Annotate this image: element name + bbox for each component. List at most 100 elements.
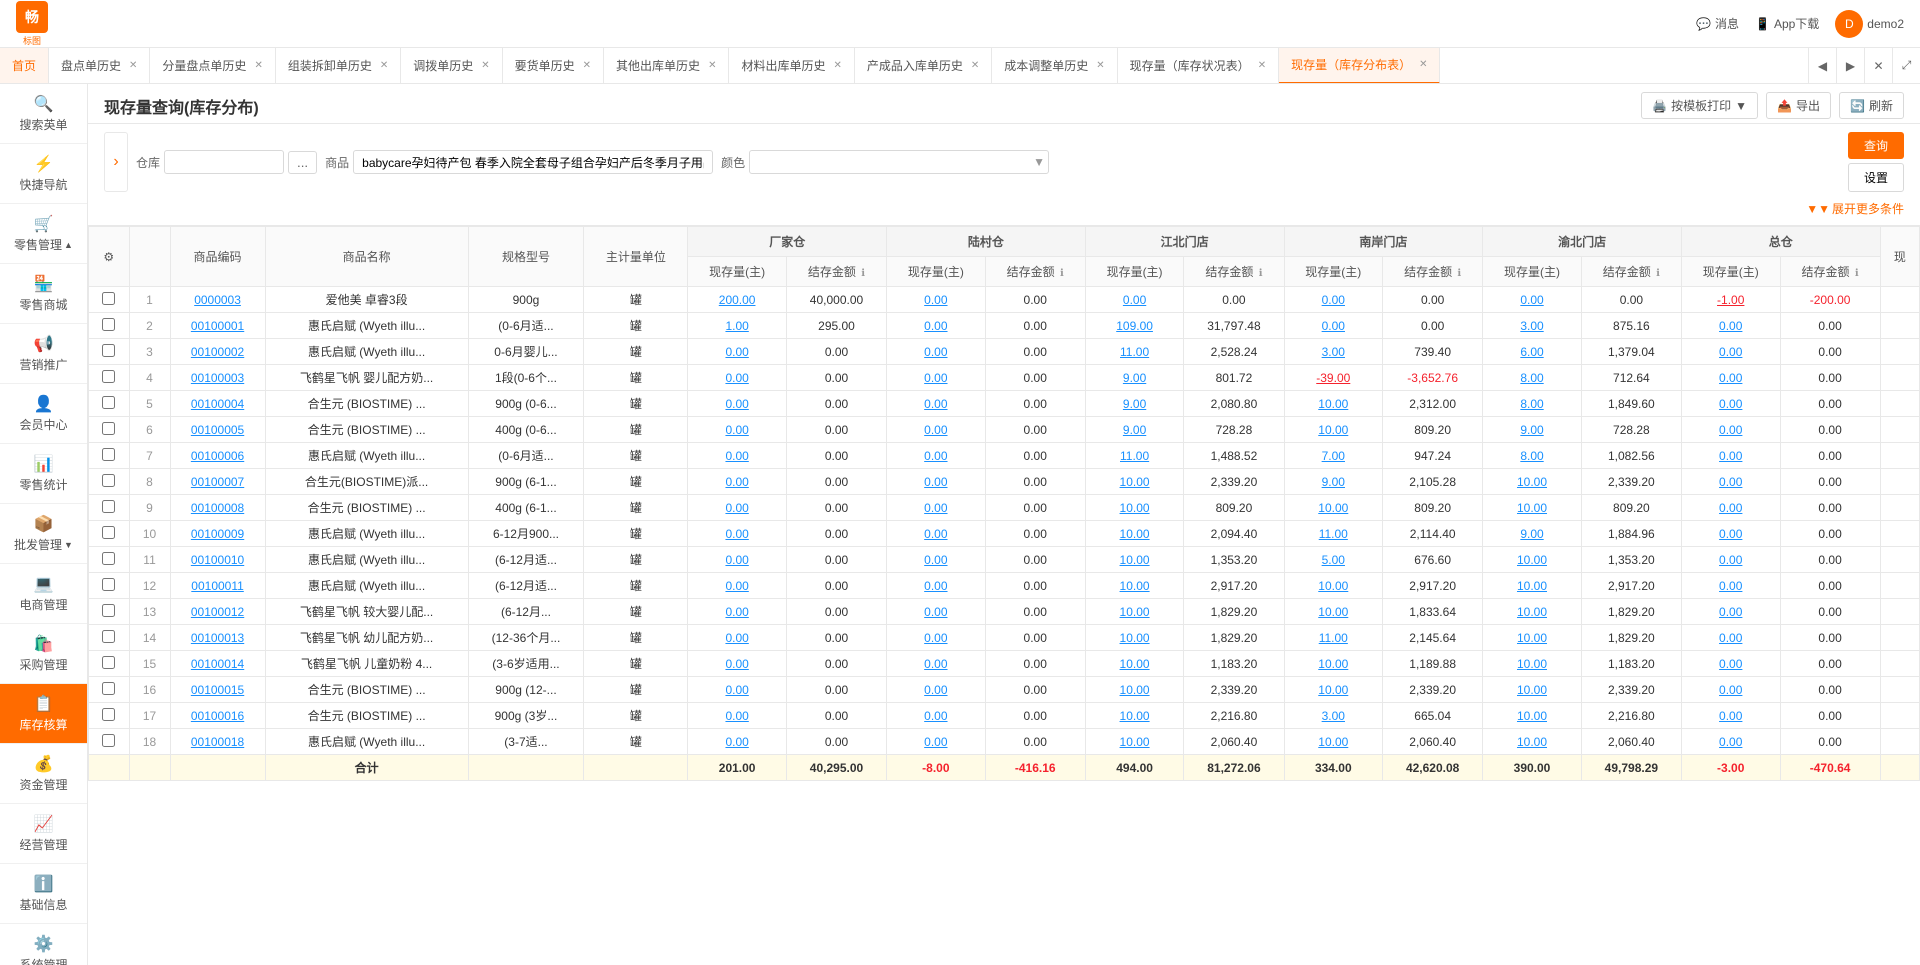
row-total-qty[interactable]: -1.00 bbox=[1681, 287, 1780, 313]
row-checkbox[interactable] bbox=[89, 469, 130, 495]
row-nanan-qty[interactable]: 7.00 bbox=[1284, 443, 1383, 469]
row-total-qty[interactable]: 0.00 bbox=[1681, 391, 1780, 417]
col-luchun-qty-header[interactable]: 现存量(主) bbox=[887, 257, 986, 287]
tab-stock-status[interactable]: 现存量（库存状况表） ✕ bbox=[1118, 48, 1279, 84]
sidebar-item-member[interactable]: 👤 会员中心 bbox=[0, 384, 87, 444]
row-jiangbei-qty[interactable]: 9.00 bbox=[1085, 365, 1184, 391]
row-jiangbei-qty[interactable]: 10.00 bbox=[1085, 573, 1184, 599]
row-yubei-qty[interactable]: 10.00 bbox=[1483, 573, 1582, 599]
row-luchun-qty[interactable]: 0.00 bbox=[887, 599, 986, 625]
message-btn[interactable]: 💬 消息 bbox=[1696, 15, 1739, 32]
row-code[interactable]: 0000003 bbox=[170, 287, 265, 313]
row-check[interactable] bbox=[102, 708, 115, 721]
sidebar-item-marketing[interactable]: 📢 营销推广 bbox=[0, 324, 87, 384]
row-jiangbei-qty[interactable]: 10.00 bbox=[1085, 599, 1184, 625]
tab-product-in[interactable]: 产成品入库单历史 ✕ bbox=[855, 48, 992, 84]
row-checkbox[interactable] bbox=[89, 703, 130, 729]
sidebar-item-shortcut[interactable]: ⚡ 快捷导航 bbox=[0, 144, 87, 204]
row-jiangbei-qty[interactable]: 11.00 bbox=[1085, 339, 1184, 365]
row-code[interactable]: 00100004 bbox=[170, 391, 265, 417]
refresh-btn[interactable]: 🔄 刷新 bbox=[1839, 92, 1904, 119]
sidebar-item-inventory[interactable]: 📋 库存核算 bbox=[0, 684, 87, 744]
col-settings-header[interactable]: ⚙ bbox=[89, 227, 130, 287]
nav-next-arrow[interactable]: ▶ bbox=[1836, 48, 1864, 84]
row-jiangbei-qty[interactable]: 10.00 bbox=[1085, 469, 1184, 495]
tab-assemble-close[interactable]: ✕ bbox=[380, 60, 388, 71]
row-code[interactable]: 00100018 bbox=[170, 729, 265, 755]
row-jiangbei-qty[interactable]: 10.00 bbox=[1085, 703, 1184, 729]
row-jiangbei-qty[interactable]: 10.00 bbox=[1085, 547, 1184, 573]
row-checkbox[interactable] bbox=[89, 729, 130, 755]
sidebar-item-purchase[interactable]: 🛍️ 采购管理 bbox=[0, 624, 87, 684]
col-unit-header[interactable]: 主计量单位 bbox=[584, 227, 688, 287]
row-factory-qty[interactable]: 1.00 bbox=[688, 313, 787, 339]
sidebar-item-retail-shop[interactable]: 🏪 零售商城 bbox=[0, 264, 87, 324]
logo-area[interactable]: 畅 标图 bbox=[16, 1, 48, 47]
row-checkbox[interactable] bbox=[89, 417, 130, 443]
row-checkbox[interactable] bbox=[89, 521, 130, 547]
row-nanan-qty[interactable]: 3.00 bbox=[1284, 339, 1383, 365]
row-jiangbei-qty[interactable]: 109.00 bbox=[1085, 313, 1184, 339]
row-code[interactable]: 00100015 bbox=[170, 677, 265, 703]
row-total-qty[interactable]: 0.00 bbox=[1681, 495, 1780, 521]
sidebar-item-retail-stats[interactable]: 📊 零售统计 bbox=[0, 444, 87, 504]
tab-cost-adjust[interactable]: 成本调整单历史 ✕ bbox=[992, 48, 1117, 84]
row-luchun-qty[interactable]: 0.00 bbox=[887, 651, 986, 677]
color-input[interactable] bbox=[749, 150, 1049, 174]
col-name-header[interactable]: 商品名称 bbox=[265, 227, 468, 287]
tab-transfer-close[interactable]: ✕ bbox=[481, 60, 489, 71]
tab-transfer[interactable]: 调拨单历史 ✕ bbox=[401, 48, 502, 84]
warehouse-ellipsis-btn[interactable]: ... bbox=[288, 151, 317, 174]
row-luchun-qty[interactable]: 0.00 bbox=[887, 391, 986, 417]
row-luchun-qty[interactable]: 0.00 bbox=[887, 625, 986, 651]
row-factory-qty[interactable]: 0.00 bbox=[688, 365, 787, 391]
row-code[interactable]: 00100012 bbox=[170, 599, 265, 625]
tab-stock-count-close[interactable]: ✕ bbox=[129, 60, 137, 71]
row-yubei-qty[interactable]: 10.00 bbox=[1483, 677, 1582, 703]
row-factory-qty[interactable]: 0.00 bbox=[688, 677, 787, 703]
row-nanan-qty[interactable]: 10.00 bbox=[1284, 391, 1383, 417]
row-nanan-qty[interactable]: 11.00 bbox=[1284, 521, 1383, 547]
app-download-btn[interactable]: 📱 App下载 bbox=[1755, 15, 1819, 32]
row-nanan-qty[interactable]: 9.00 bbox=[1284, 469, 1383, 495]
row-check[interactable] bbox=[102, 552, 115, 565]
row-check[interactable] bbox=[102, 396, 115, 409]
tab-assemble[interactable]: 组装拆卸单历史 ✕ bbox=[276, 48, 401, 84]
row-factory-qty[interactable]: 0.00 bbox=[688, 391, 787, 417]
row-nanan-qty[interactable]: 11.00 bbox=[1284, 625, 1383, 651]
row-luchun-qty[interactable]: 0.00 bbox=[887, 547, 986, 573]
warehouse-input[interactable] bbox=[164, 150, 284, 174]
col-yubei-amt-header[interactable]: 结存金额 ℹ bbox=[1581, 257, 1681, 287]
col-total-amt-header[interactable]: 结存金额 ℹ bbox=[1780, 257, 1880, 287]
row-check[interactable] bbox=[102, 292, 115, 305]
nav-close-all[interactable]: ✕ bbox=[1864, 48, 1892, 84]
row-check[interactable] bbox=[102, 474, 115, 487]
row-code[interactable]: 00100007 bbox=[170, 469, 265, 495]
col-luchun-amt-header[interactable]: 结存金额 ℹ bbox=[985, 257, 1085, 287]
expand-more-btn[interactable]: ▼▼ 展开更多条件 bbox=[1806, 200, 1904, 217]
col-nanan-qty-header[interactable]: 现存量(主) bbox=[1284, 257, 1383, 287]
row-checkbox[interactable] bbox=[89, 651, 130, 677]
row-nanan-qty[interactable]: 3.00 bbox=[1284, 703, 1383, 729]
row-luchun-qty[interactable]: 0.00 bbox=[887, 443, 986, 469]
row-yubei-qty[interactable]: 10.00 bbox=[1483, 703, 1582, 729]
tab-home[interactable]: 首页 bbox=[0, 48, 49, 84]
row-total-qty[interactable]: 0.00 bbox=[1681, 365, 1780, 391]
row-code[interactable]: 00100016 bbox=[170, 703, 265, 729]
row-code[interactable]: 00100005 bbox=[170, 417, 265, 443]
row-luchun-qty[interactable]: 0.00 bbox=[887, 677, 986, 703]
row-jiangbei-qty[interactable]: 10.00 bbox=[1085, 677, 1184, 703]
row-factory-qty[interactable]: 200.00 bbox=[688, 287, 787, 313]
tab-other-out[interactable]: 其他出库单历史 ✕ bbox=[604, 48, 729, 84]
row-luchun-qty[interactable]: 0.00 bbox=[887, 365, 986, 391]
color-dropdown-arrow[interactable]: ▼ bbox=[1033, 155, 1045, 169]
row-total-qty[interactable]: 0.00 bbox=[1681, 703, 1780, 729]
row-luchun-qty[interactable]: 0.00 bbox=[887, 495, 986, 521]
row-jiangbei-qty[interactable]: 10.00 bbox=[1085, 651, 1184, 677]
row-checkbox[interactable] bbox=[89, 365, 130, 391]
row-yubei-qty[interactable]: 10.00 bbox=[1483, 469, 1582, 495]
row-total-qty[interactable]: 0.00 bbox=[1681, 469, 1780, 495]
row-check[interactable] bbox=[102, 448, 115, 461]
row-luchun-qty[interactable]: 0.00 bbox=[887, 729, 986, 755]
row-check[interactable] bbox=[102, 604, 115, 617]
